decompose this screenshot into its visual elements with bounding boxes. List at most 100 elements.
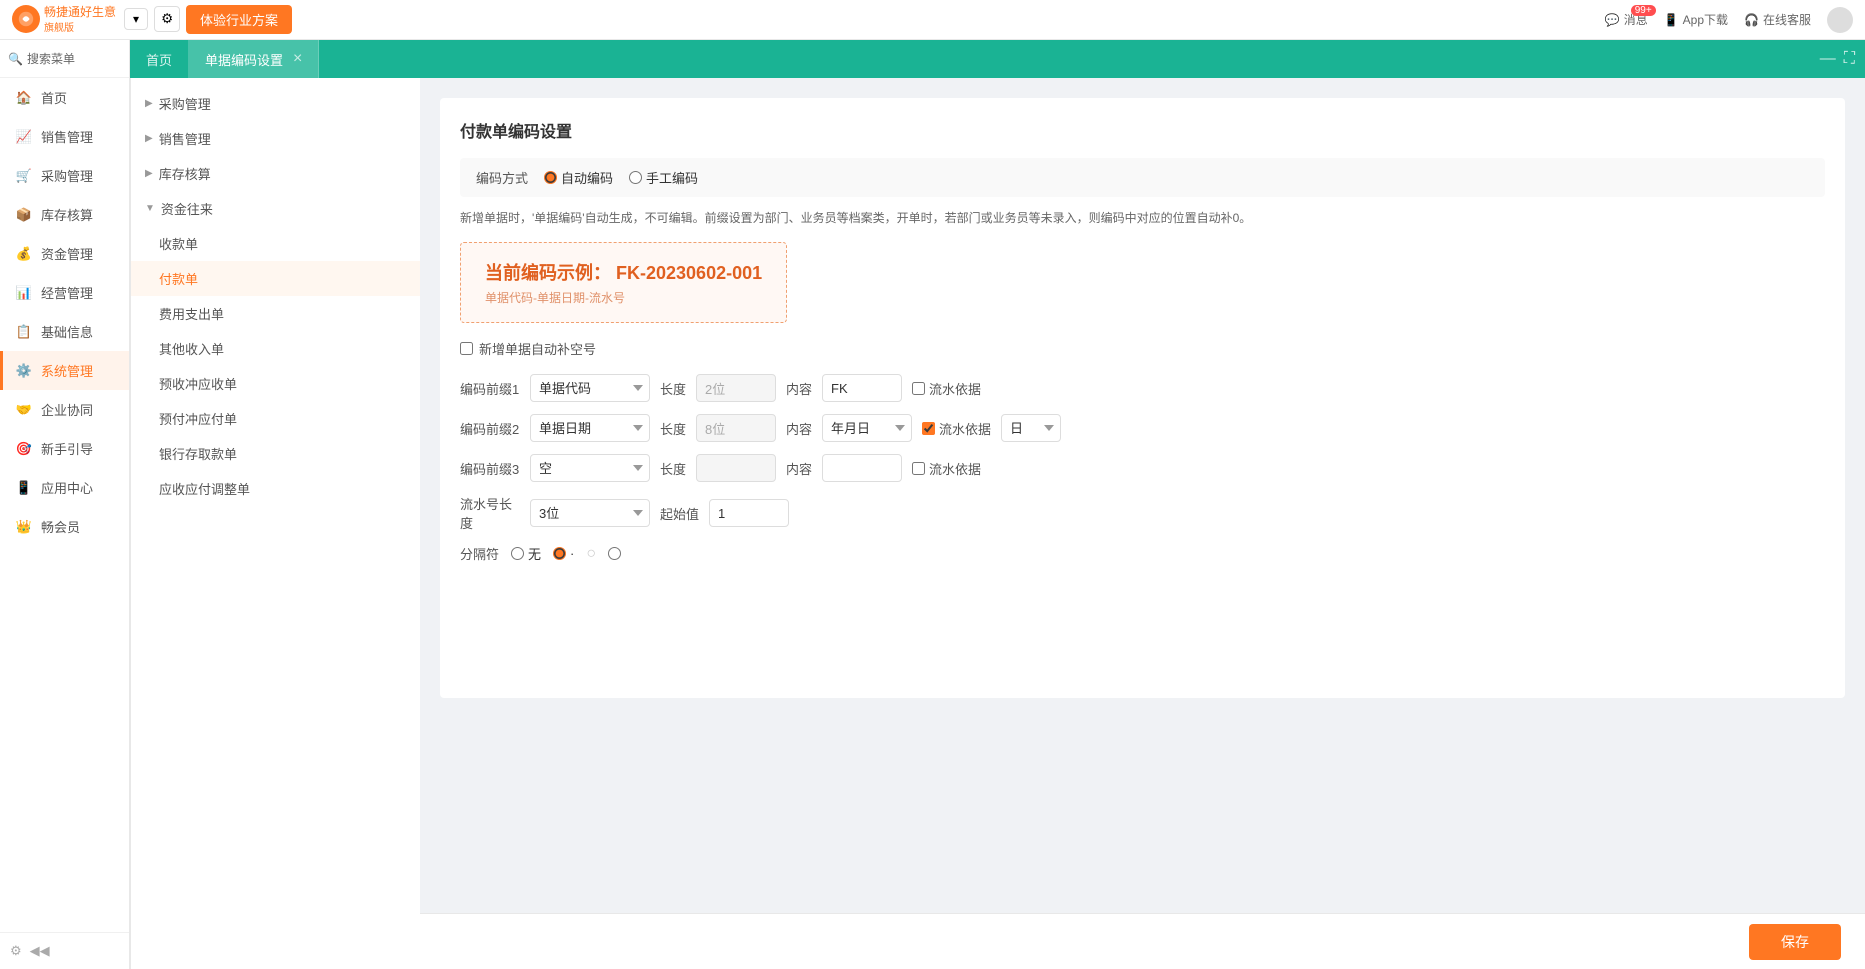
newguide-icon: 🎯 <box>15 440 33 458</box>
prefix2-serial-check[interactable]: 流水依据 <box>922 419 991 438</box>
sidebar-item-sales[interactable]: 📈 销售管理 <box>0 117 129 156</box>
user-avatar[interactable] <box>1827 7 1853 33</box>
chevron-right-icon2: ▶ <box>145 133 153 144</box>
dropdown-button[interactable]: ▾ <box>124 8 148 30</box>
sidebar-item-newguide[interactable]: 🎯 新手引导 <box>0 429 129 468</box>
nav-group-fund-header[interactable]: ▼ 资金往来 <box>131 191 420 226</box>
prefix1-label: 编码前缀1 <box>460 379 520 398</box>
message-icon: 💬 <box>1605 13 1620 27</box>
serial-length-select[interactable]: 3位 <box>530 499 650 527</box>
experience-button[interactable]: 体验行业方案 <box>186 5 292 34</box>
nav-group-purchase-label: 采购管理 <box>159 94 211 113</box>
nav-sub-expense[interactable]: 费用支出单 <box>131 296 420 331</box>
sidebar-search[interactable]: 🔍 搜索菜单 <box>0 40 129 78</box>
save-button[interactable]: 保存 <box>1749 924 1841 960</box>
main-layout: 🔍 搜索菜单 🏠 首页 📈 销售管理 🛒 采购管理 📦 库存核算 💰 资金管理 … <box>0 40 1865 969</box>
nav-group-sales-label: 销售管理 <box>159 129 211 148</box>
tab-close-btn[interactable]: × <box>293 50 302 68</box>
prefix2-serial-checkbox[interactable] <box>922 422 935 435</box>
nav-sub-receipt[interactable]: 收款单 <box>131 226 420 261</box>
nav-sub-adjust[interactable]: 应收应付调整单 <box>131 471 420 506</box>
prefix2-content-select[interactable]: 年月日 <box>822 414 912 442</box>
collapse-btn[interactable]: ◀◀ <box>30 943 50 959</box>
sidebar-item-home[interactable]: 🏠 首页 <box>0 78 129 117</box>
notice-text: 新增单据时，'单据编码'自动生成，不可编辑。前缀设置为部门、业务员等档案类，开单… <box>460 209 1825 228</box>
prefix3-label: 编码前缀3 <box>460 459 520 478</box>
sep-dot-option[interactable]: · <box>553 546 574 561</box>
sidebar-item-purchase-label: 采购管理 <box>41 166 93 185</box>
right-panel: ▶ 采购管理 ▶ 销售管理 ▶ 库存核算 <box>130 78 420 969</box>
nav-group-purchase: ▶ 采购管理 <box>131 86 420 121</box>
nav-group-fund-label: 资金往来 <box>161 199 213 218</box>
encoding-method-row: 编码方式 自动编码 手工编码 <box>460 158 1825 197</box>
serial-length-label: 流水号长度 <box>460 494 520 532</box>
nav-sub-bank[interactable]: 银行存取款单 <box>131 436 420 471</box>
nav-group-purchase-header[interactable]: ▶ 采购管理 <box>131 86 420 121</box>
sep-none-radio[interactable] <box>511 547 524 560</box>
serial-start-input[interactable] <box>709 499 789 527</box>
online-service-link[interactable]: 🎧 在线客服 <box>1744 11 1811 28</box>
system-icon: ⚙️ <box>15 362 33 380</box>
prefix1-serial-label: 流水依据 <box>929 379 981 398</box>
prefix1-serial-check[interactable]: 流水依据 <box>912 379 981 398</box>
prefix1-serial-checkbox[interactable] <box>912 382 925 395</box>
prefix1-select[interactable]: 单据代码 <box>530 374 650 402</box>
sidebar-item-purchase[interactable]: 🛒 采购管理 <box>0 156 129 195</box>
prefix3-serial-checkbox[interactable] <box>912 462 925 475</box>
manual-encode-option[interactable]: 手工编码 <box>629 168 698 187</box>
operation-icon: 📊 <box>15 284 33 302</box>
sidebar-item-coop-label: 企业协同 <box>41 400 93 419</box>
nav-sub-payment[interactable]: 付款单 <box>131 261 420 296</box>
settings-bottom-btn[interactable]: ⚙ <box>10 943 22 959</box>
sep-none-option[interactable]: 无 <box>511 544 541 563</box>
auto-encode-radio[interactable] <box>544 171 557 184</box>
nav-sub-pre-pay[interactable]: 预付冲应付单 <box>131 401 420 436</box>
settings-button[interactable]: ⚙ <box>154 6 180 32</box>
preview-code: FK-20230602-001 <box>616 263 762 283</box>
auto-fill-checkbox[interactable] <box>460 342 473 355</box>
manual-encode-radio[interactable] <box>629 171 642 184</box>
sidebar-item-finance[interactable]: 💰 资金管理 <box>0 234 129 273</box>
prefix3-select[interactable]: 空 <box>530 454 650 482</box>
prefix1-content-input[interactable] <box>822 374 902 402</box>
brand-sub: 旗舰版 <box>44 19 116 34</box>
tab-home[interactable]: 首页 <box>130 40 189 78</box>
prefix2-select[interactable]: 单据日期 <box>530 414 650 442</box>
sidebar-item-system-label: 系统管理 <box>41 361 93 380</box>
sidebar-item-coop[interactable]: 🤝 企业协同 <box>0 390 129 429</box>
prefix3-content-input[interactable] <box>822 454 902 482</box>
brand-text-block: 畅捷通好生意 旗舰版 <box>44 5 116 34</box>
sidebar-item-operation[interactable]: 📊 经营管理 <box>0 273 129 312</box>
prefix2-serial-unit-select[interactable]: 日 <box>1001 414 1061 442</box>
nav-group-sales-header[interactable]: ▶ 销售管理 <box>131 121 420 156</box>
sep-dot2-option[interactable] <box>608 547 621 560</box>
sidebar-item-member[interactable]: 👑 畅会员 <box>0 507 129 546</box>
sep-dot-radio[interactable] <box>553 547 566 560</box>
sidebar-item-system[interactable]: ⚙️ 系统管理 <box>0 351 129 390</box>
auto-encode-option[interactable]: 自动编码 <box>544 168 613 187</box>
nav-sub-pre-receive[interactable]: 预收冲应收单 <box>131 366 420 401</box>
prefix1-length-input <box>696 374 776 402</box>
sidebar-item-basic[interactable]: 📋 基础信息 <box>0 312 129 351</box>
separator-divider: ○ <box>586 545 596 563</box>
tab-encoding[interactable]: 单据编码设置 × <box>189 40 319 78</box>
tab-minimize-btn[interactable]: — <box>1820 50 1836 68</box>
sidebar-item-apps[interactable]: 📱 应用中心 <box>0 468 129 507</box>
sidebar-item-inventory[interactable]: 📦 库存核算 <box>0 195 129 234</box>
nav-group-inventory-header[interactable]: ▶ 库存核算 <box>131 156 420 191</box>
separator-row: 分隔符 无 · ○ <box>460 544 1825 563</box>
nav-sub-other-income[interactable]: 其他收入单 <box>131 331 420 366</box>
sep-dot2-radio[interactable] <box>608 547 621 560</box>
tab-fullscreen-btn[interactable]: ⛶ <box>1844 50 1855 68</box>
sidebar-item-newguide-label: 新手引导 <box>41 439 93 458</box>
app-download-link[interactable]: 📱 App下载 <box>1664 11 1728 28</box>
prefix3-serial-check[interactable]: 流水依据 <box>912 459 981 478</box>
prefix3-row: 编码前缀3 空 长度 内容 流水依据 <box>460 454 1825 482</box>
apps-icon: 📱 <box>15 479 33 497</box>
auto-fill-row: 新增单据自动补空号 <box>460 339 1825 358</box>
brand-icon <box>12 5 40 33</box>
messages-link[interactable]: 💬 消息 99+ <box>1605 11 1648 28</box>
top-bar-right: 💬 消息 99+ 📱 App下载 🎧 在线客服 <box>1605 7 1853 33</box>
search-label: 搜索菜单 <box>27 50 75 67</box>
app-download-label: App下载 <box>1683 11 1728 28</box>
